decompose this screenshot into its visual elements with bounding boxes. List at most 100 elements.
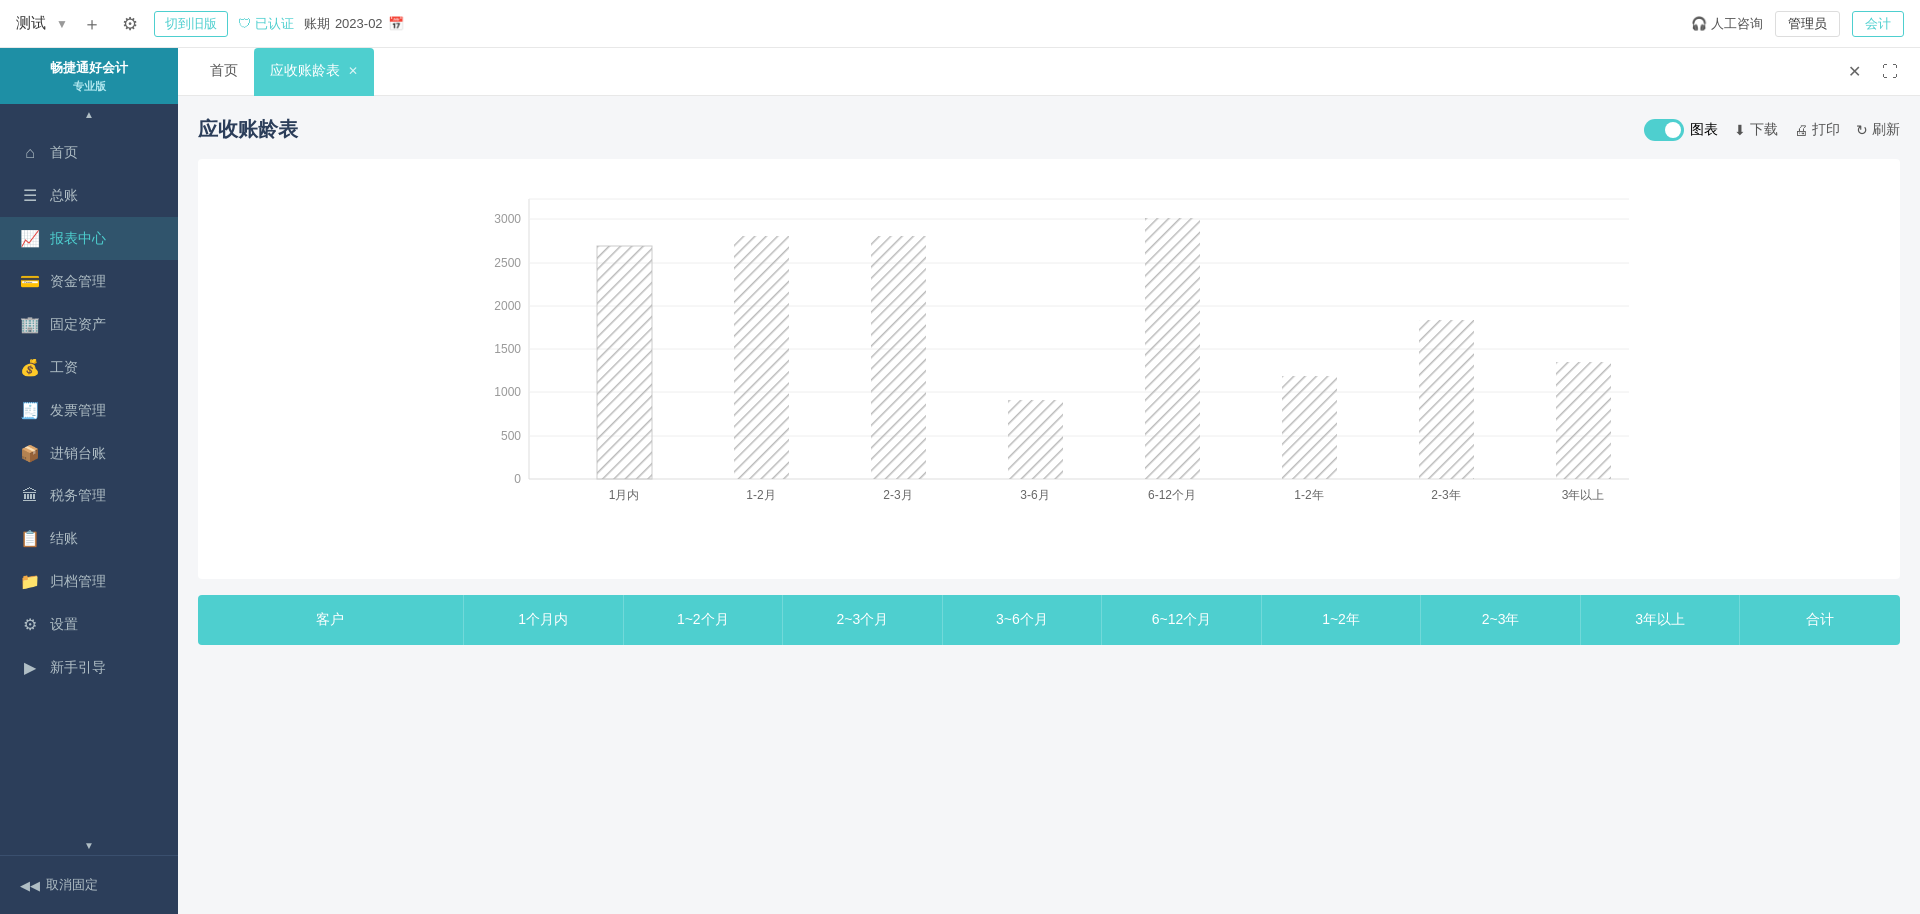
report-content: 应收账龄表 图表 ⬇ 下载 🖨 打印 — [178, 96, 1920, 914]
col-2-3month: 2~3个月 — [783, 595, 943, 645]
svg-text:1-2月: 1-2月 — [746, 488, 775, 502]
sidebar-label-ledger: 总账 — [50, 187, 78, 205]
add-button[interactable]: ＋ — [78, 10, 106, 38]
tab-bar: 首页 应收账龄表 ✕ ✕ ⛶ — [178, 48, 1920, 96]
table-header: 客户 1个月内 1~2个月 2~3个月 3~6个月 6~12个月 1~2年 2~… — [198, 595, 1900, 645]
svg-text:1000: 1000 — [494, 385, 521, 399]
sidebar-item-archive[interactable]: 📁 归档管理 — [0, 560, 178, 603]
download-label: 下载 — [1750, 121, 1778, 139]
sidebar-item-settle[interactable]: 📋 结账 — [0, 517, 178, 560]
svg-rect-19 — [871, 236, 926, 479]
col-3-6month: 3~6个月 — [943, 595, 1103, 645]
tab-home-label: 首页 — [210, 62, 238, 80]
svg-text:6-12个月: 6-12个月 — [1148, 488, 1196, 502]
toggle-thumb — [1665, 122, 1681, 138]
calendar-icon[interactable]: 📅 — [388, 16, 404, 31]
sidebar-scroll-up[interactable]: ▲ — [0, 104, 178, 124]
sidebar-label-purchase: 进销台账 — [50, 445, 106, 463]
top-bar: 测试 ▼ ＋ ⚙ 切到旧版 🛡 已认证 账期 2023-02 📅 🎧 人工咨询 … — [0, 0, 1920, 48]
period-label: 账期 — [304, 15, 330, 33]
tab-aging[interactable]: 应收账龄表 ✕ — [254, 48, 374, 96]
chart-container: 0 500 1000 1500 2000 2500 3000 — [198, 159, 1900, 579]
svg-text:2500: 2500 — [494, 256, 521, 270]
sidebar-item-settings[interactable]: ⚙ 设置 — [0, 603, 178, 646]
sidebar-label-archive: 归档管理 — [50, 573, 106, 591]
home-icon: ⌂ — [20, 144, 40, 162]
svg-text:2-3月: 2-3月 — [883, 488, 912, 502]
accountant-button[interactable]: 会计 — [1852, 11, 1904, 37]
sidebar-label-settle: 结账 — [50, 530, 78, 548]
certified-text: 已认证 — [255, 15, 294, 33]
sidebar-item-wage[interactable]: 💰 工资 — [0, 346, 178, 389]
sidebar-label-wage: 工资 — [50, 359, 78, 377]
svg-text:3年以上: 3年以上 — [1562, 488, 1605, 502]
svg-rect-21 — [1145, 218, 1200, 479]
svg-text:3000: 3000 — [494, 212, 521, 226]
invoice-icon: 🧾 — [20, 401, 40, 420]
sidebar: 畅捷通好会计 专业版 ▲ ⌂ 首页 ☰ 总账 📈 报表中心 💳 资金管理 🏢 — [0, 48, 178, 914]
sidebar-label-report: 报表中心 — [50, 230, 106, 248]
sidebar-item-tax[interactable]: 🏛 税务管理 — [0, 475, 178, 517]
close-window-button[interactable]: ✕ — [1840, 58, 1868, 86]
switch-old-version-button[interactable]: 切到旧版 — [154, 11, 228, 37]
tab-close-icon[interactable]: ✕ — [348, 64, 358, 78]
wage-icon: 💰 — [20, 358, 40, 377]
svg-text:500: 500 — [501, 429, 521, 443]
col-total: 合计 — [1740, 595, 1900, 645]
report-icon: 📈 — [20, 229, 40, 248]
svg-text:2-3年: 2-3年 — [1431, 488, 1460, 502]
tab-home[interactable]: 首页 — [194, 48, 254, 96]
sidebar-label-newbie: 新手引导 — [50, 659, 106, 677]
toggle-track[interactable] — [1644, 119, 1684, 141]
newbie-icon: ▶ — [20, 658, 40, 677]
sidebar-item-fund[interactable]: 💳 资金管理 — [0, 260, 178, 303]
sidebar-item-newbie[interactable]: ▶ 新手引导 — [0, 646, 178, 689]
sidebar-item-home[interactable]: ⌂ 首页 — [0, 132, 178, 174]
table-container: 客户 1个月内 1~2个月 2~3个月 3~6个月 6~12个月 1~2年 2~… — [198, 595, 1900, 645]
certified-badge: 🛡 已认证 — [238, 15, 294, 33]
user-button[interactable]: 管理员 — [1775, 11, 1840, 37]
col-customer: 客户 — [198, 595, 464, 645]
purchase-icon: 📦 — [20, 444, 40, 463]
company-dropdown-icon[interactable]: ▼ — [56, 17, 68, 31]
sidebar-item-ledger[interactable]: ☰ 总账 — [0, 174, 178, 217]
col-3year-plus: 3年以上 — [1581, 595, 1741, 645]
main-layout: 畅捷通好会计 专业版 ▲ ⌂ 首页 ☰ 总账 📈 报表中心 💳 资金管理 🏢 — [0, 48, 1920, 914]
sidebar-label-tax: 税务管理 — [50, 487, 106, 505]
sidebar-nav: ⌂ 首页 ☰ 总账 📈 报表中心 💳 资金管理 🏢 固定资产 💰 工资 — [0, 124, 178, 835]
chart-svg-wrapper: 0 500 1000 1500 2000 2500 3000 — [218, 179, 1880, 539]
sidebar-bottom: ◀◀ 取消固定 — [0, 855, 178, 914]
expand-button[interactable]: ⛶ — [1876, 58, 1904, 86]
tax-icon: 🏛 — [20, 487, 40, 505]
sidebar-item-purchase[interactable]: 📦 进销台账 — [0, 432, 178, 475]
sidebar-scroll-down[interactable]: ▼ — [0, 835, 178, 855]
sidebar-item-invoice[interactable]: 🧾 发票管理 — [0, 389, 178, 432]
pin-button[interactable]: ◀◀ 取消固定 — [0, 866, 178, 904]
sidebar-item-asset[interactable]: 🏢 固定资产 — [0, 303, 178, 346]
headset-icon: 🎧 — [1691, 16, 1707, 31]
chart-toggle[interactable]: 图表 — [1644, 119, 1718, 141]
settings-icon-button[interactable]: ⚙ — [116, 10, 144, 38]
col-2-3year: 2~3年 — [1421, 595, 1581, 645]
sidebar-label-asset: 固定资产 — [50, 316, 106, 334]
col-6-12month: 6~12个月 — [1102, 595, 1262, 645]
refresh-button[interactable]: ↻ 刷新 — [1856, 121, 1900, 139]
consult-button[interactable]: 🎧 人工咨询 — [1691, 15, 1763, 33]
report-actions: 图表 ⬇ 下载 🖨 打印 ↻ 刷新 — [1644, 119, 1900, 141]
svg-text:2000: 2000 — [494, 299, 521, 313]
pin-label: 取消固定 — [46, 876, 98, 894]
tab-bar-right: ✕ ⛶ — [1840, 58, 1904, 86]
report-title: 应收账龄表 — [198, 116, 298, 143]
shield-icon: 🛡 — [238, 16, 251, 31]
consult-label: 人工咨询 — [1711, 15, 1763, 33]
print-button[interactable]: 🖨 打印 — [1794, 121, 1840, 139]
print-icon: 🖨 — [1794, 122, 1808, 138]
pin-icon: ◀◀ — [20, 878, 40, 893]
svg-rect-24 — [1556, 362, 1611, 479]
top-bar-left: 测试 ▼ ＋ ⚙ 切到旧版 🛡 已认证 账期 2023-02 📅 — [16, 10, 1679, 38]
ledger-icon: ☰ — [20, 186, 40, 205]
bar-chart: 0 500 1000 1500 2000 2500 3000 — [218, 179, 1880, 539]
svg-text:1月内: 1月内 — [609, 488, 640, 502]
sidebar-item-report[interactable]: 📈 报表中心 — [0, 217, 178, 260]
download-button[interactable]: ⬇ 下载 — [1734, 121, 1778, 139]
